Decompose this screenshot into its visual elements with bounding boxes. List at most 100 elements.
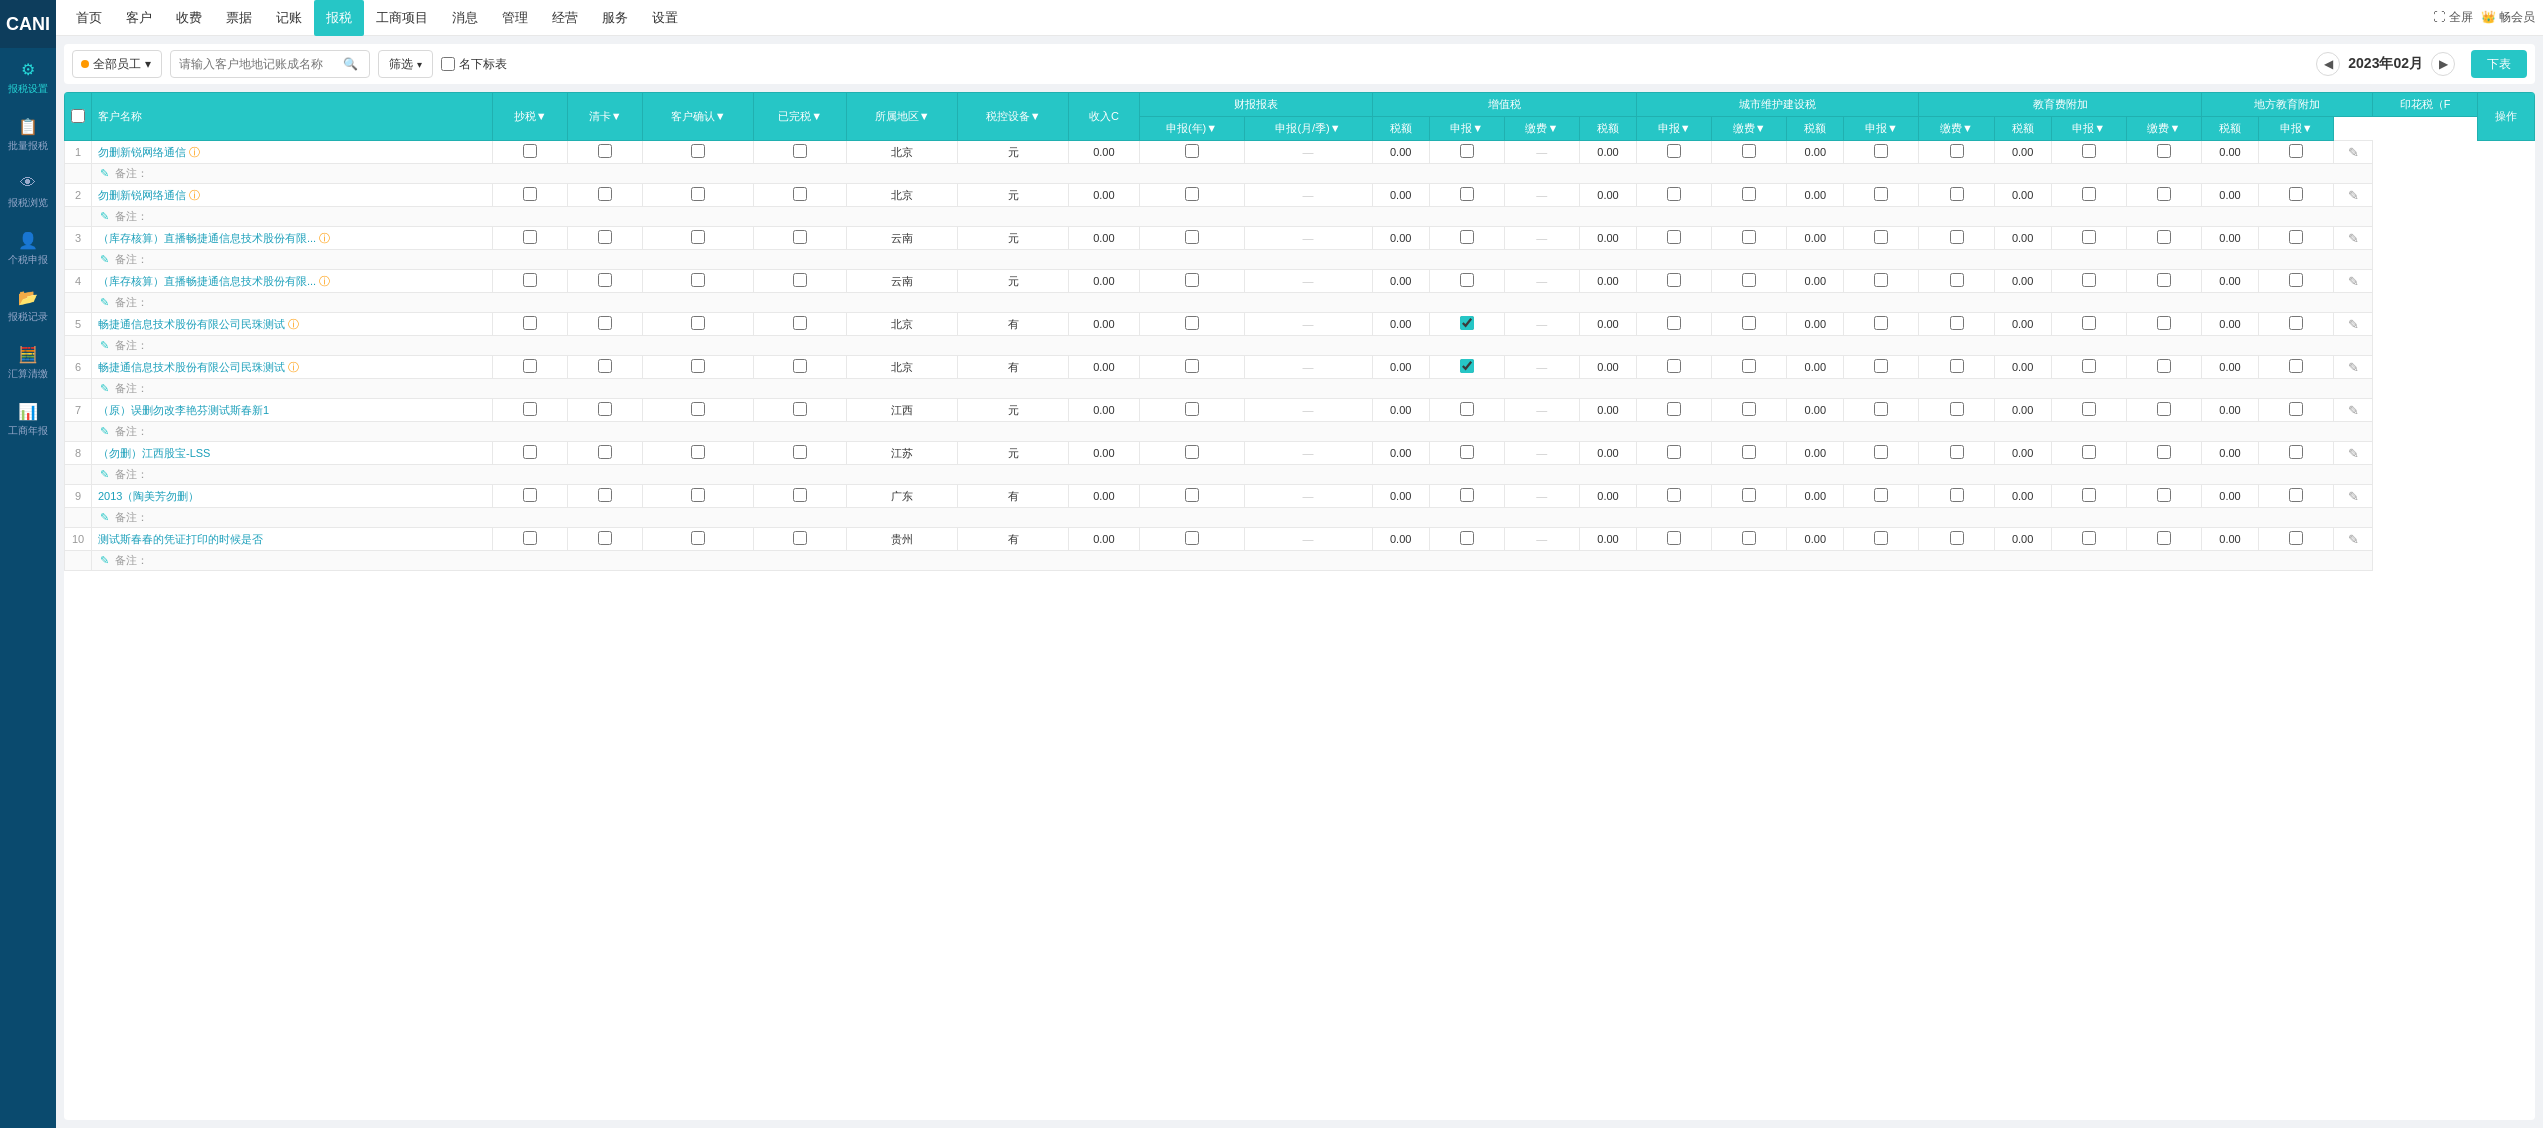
city-pay-checkbox[interactable] [1742,359,1756,373]
client-confirm-checkbox[interactable] [691,531,705,545]
client-name-cell[interactable]: （原）误删勿改李艳芬测试斯春新1 [92,399,493,422]
clear-card-checkbox[interactable] [598,445,612,459]
city-declare-checkbox[interactable] [1667,316,1681,330]
sidebar-item-tax-settings[interactable]: ⚙ 报税设置 [0,48,56,105]
client-name-cell[interactable]: （库存核算）直播畅捷通信息技术股份有限... ⓘ [92,270,493,293]
client-confirm-checkbox[interactable] [691,316,705,330]
client-name-cell[interactable]: 2013（陶美芳勿删） [92,485,493,508]
col-vat-declare[interactable]: 申报▼ [1429,117,1504,141]
col-client-confirm-header[interactable]: 客户确认▼ [643,93,754,141]
fr-year-checkbox[interactable] [1185,316,1199,330]
search-box[interactable]: 🔍 [170,50,370,78]
localedu-pay-checkbox[interactable] [2157,531,2171,545]
fr-year-checkbox[interactable] [1185,488,1199,502]
col-tax-device-header[interactable]: 税控设备▼ [958,93,1069,141]
localedu-pay-checkbox[interactable] [2157,230,2171,244]
clear-card-checkbox[interactable] [598,230,612,244]
city-pay-checkbox[interactable] [1742,230,1756,244]
tax-paid-checkbox[interactable] [793,488,807,502]
download-button[interactable]: 下表 [2471,50,2527,78]
edit-icon[interactable]: ✎ [2348,274,2359,289]
nav-clients[interactable]: 客户 [114,0,164,36]
note-cell[interactable]: ✎ 备注： [92,508,2373,528]
stamp-declare-checkbox[interactable] [2289,445,2303,459]
clear-card-checkbox[interactable] [598,488,612,502]
col-city-pay[interactable]: 缴费▼ [1712,117,1787,141]
stamp-declare-checkbox[interactable] [2289,230,2303,244]
col-income-header[interactable]: 收入C [1069,93,1139,141]
tax-paid-checkbox[interactable] [793,316,807,330]
edit-icon[interactable]: ✎ [2348,489,2359,504]
edu-pay-checkbox[interactable] [1950,316,1964,330]
edu-pay-checkbox[interactable] [1950,144,1964,158]
vat-declare-checkbox[interactable] [1460,445,1474,459]
edu-declare-checkbox[interactable] [1874,187,1888,201]
edu-pay-checkbox[interactable] [1950,230,1964,244]
city-declare-checkbox[interactable] [1667,531,1681,545]
note-cell[interactable]: ✎ 备注： [92,336,2373,356]
copy-tax-checkbox[interactable] [523,488,537,502]
search-input[interactable] [179,57,339,71]
edit-icon[interactable]: ✎ [2348,145,2359,160]
stamp-declare-checkbox[interactable] [2289,488,2303,502]
copy-tax-checkbox[interactable] [523,144,537,158]
stamp-declare-checkbox[interactable] [2289,359,2303,373]
note-cell[interactable]: ✎ 备注： [92,465,2373,485]
client-name-cell[interactable]: 测试斯春春的凭证打印的时候是否 [92,528,493,551]
edit-icon[interactable]: ✎ [2348,317,2359,332]
note-cell[interactable]: ✎ 备注： [92,551,2373,571]
stamp-declare-checkbox[interactable] [2289,531,2303,545]
localedu-pay-checkbox[interactable] [2157,273,2171,287]
city-pay-checkbox[interactable] [1742,488,1756,502]
edu-pay-checkbox[interactable] [1950,402,1964,416]
stamp-declare-checkbox[interactable] [2289,144,2303,158]
edu-pay-checkbox[interactable] [1950,273,1964,287]
vat-declare-checkbox[interactable] [1460,488,1474,502]
clear-card-checkbox[interactable] [598,359,612,373]
copy-tax-checkbox[interactable] [523,187,537,201]
edu-declare-checkbox[interactable] [1874,445,1888,459]
nav-services[interactable]: 服务 [590,0,640,36]
stamp-declare-checkbox[interactable] [2289,316,2303,330]
col-edu-pay[interactable]: 缴费▼ [1919,117,1994,141]
city-declare-checkbox[interactable] [1667,488,1681,502]
fr-year-checkbox[interactable] [1185,402,1199,416]
edu-declare-checkbox[interactable] [1874,273,1888,287]
stamp-declare-checkbox[interactable] [2289,273,2303,287]
edu-declare-checkbox[interactable] [1874,144,1888,158]
client-name-cell[interactable]: 勿删新锐网络通信 ⓘ [92,184,493,207]
employee-filter-select[interactable]: 全部员工 ▾ [72,50,162,78]
city-pay-checkbox[interactable] [1742,531,1756,545]
nav-bookkeeping[interactable]: 记账 [264,0,314,36]
localedu-declare-checkbox[interactable] [2082,273,2096,287]
edit-icon[interactable]: ✎ [2348,446,2359,461]
col-localedu-declare[interactable]: 申报▼ [2051,117,2126,141]
client-confirm-checkbox[interactable] [691,187,705,201]
city-declare-checkbox[interactable] [1667,187,1681,201]
edu-pay-checkbox[interactable] [1950,187,1964,201]
col-city-declare[interactable]: 申报▼ [1637,117,1712,141]
nav-settings[interactable]: 设置 [640,0,690,36]
tax-paid-checkbox[interactable] [793,273,807,287]
vat-declare-checkbox[interactable] [1460,230,1474,244]
vat-declare-checkbox[interactable] [1460,359,1474,373]
client-confirm-checkbox[interactable] [691,273,705,287]
named-list-checkbox[interactable] [441,57,455,71]
tax-paid-checkbox[interactable] [793,144,807,158]
localedu-declare-checkbox[interactable] [2082,187,2096,201]
named-list-checkbox-label[interactable]: 名下标表 [441,56,507,73]
nav-home[interactable]: 首页 [64,0,114,36]
vat-declare-checkbox[interactable] [1460,402,1474,416]
localedu-pay-checkbox[interactable] [2157,402,2171,416]
note-cell[interactable]: ✎ 备注： [92,422,2373,442]
note-cell[interactable]: ✎ 备注： [92,207,2373,227]
sidebar-item-tax-view[interactable]: 👁 报税浏览 [0,162,56,219]
col-fr-month[interactable]: 申报(月/季)▼ [1244,117,1372,141]
tax-paid-checkbox[interactable] [793,187,807,201]
client-confirm-checkbox[interactable] [691,144,705,158]
clear-card-checkbox[interactable] [598,316,612,330]
city-declare-checkbox[interactable] [1667,445,1681,459]
vat-declare-checkbox[interactable] [1460,273,1474,287]
edit-icon[interactable]: ✎ [2348,360,2359,375]
copy-tax-checkbox[interactable] [523,230,537,244]
